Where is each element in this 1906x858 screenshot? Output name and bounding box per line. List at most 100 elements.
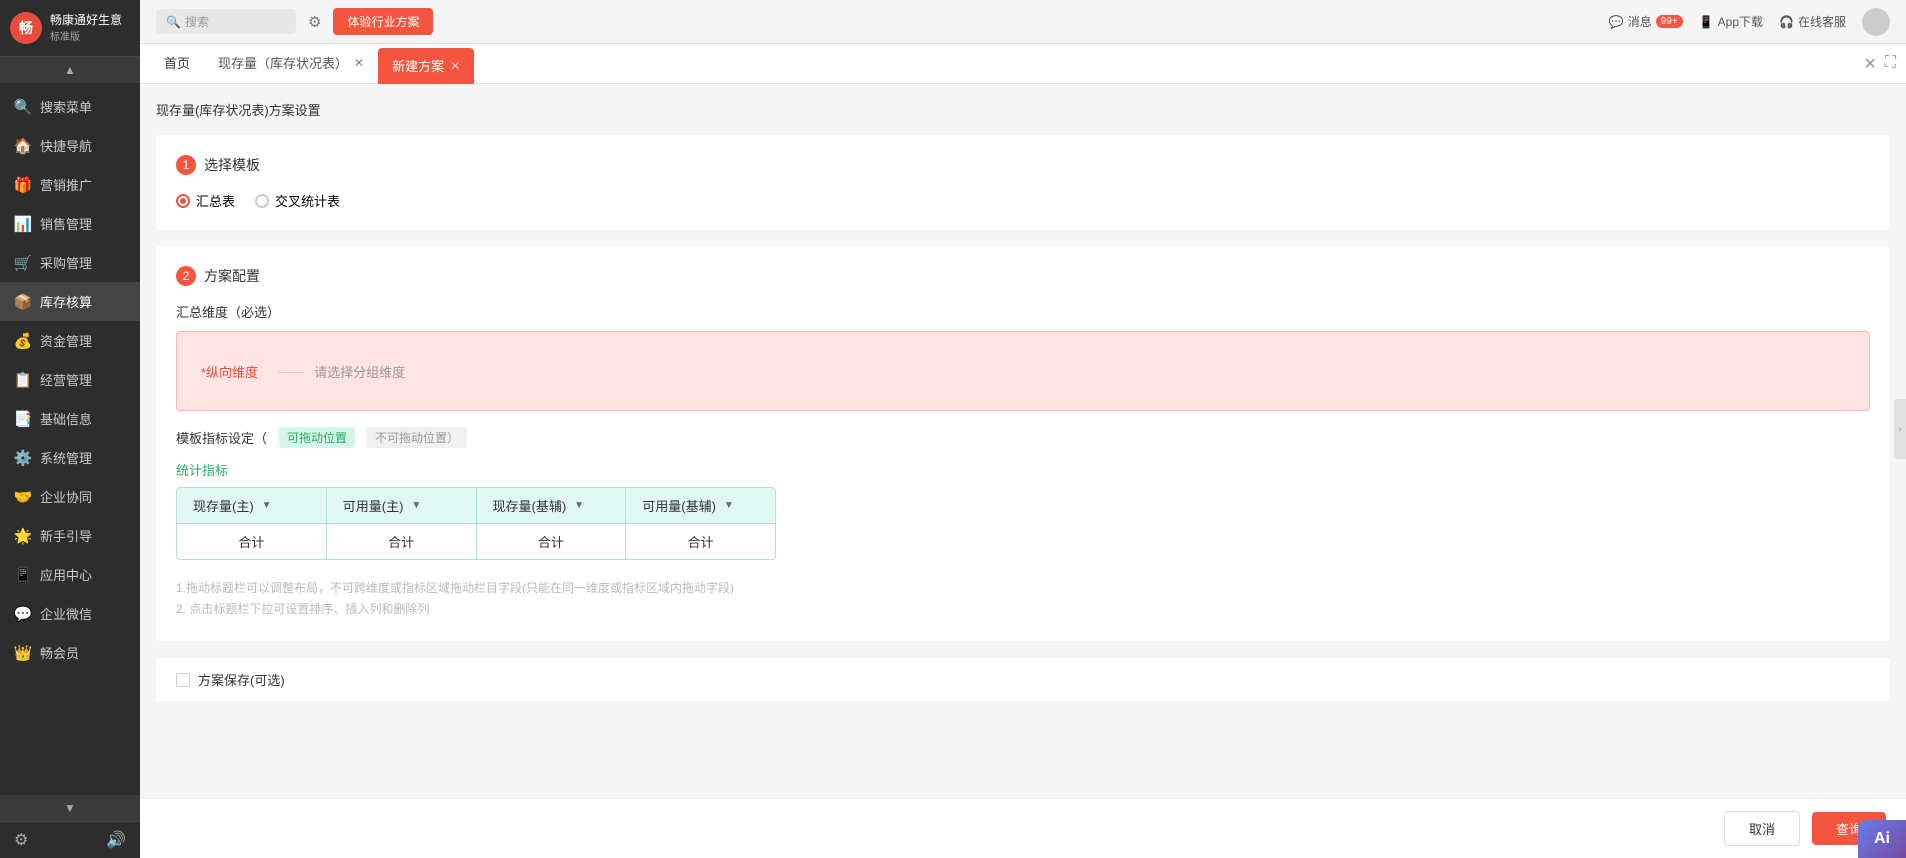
sidebar-nav: 🔍 搜索菜单 🏠 快捷导航 🎁 营销推广 📊 销售管理 🛒 采购管理 📦 库存核… bbox=[0, 83, 140, 795]
basic-icon: 📑 bbox=[14, 410, 32, 428]
stats-col-available-aux[interactable]: 可用量(基辅) ▼ bbox=[626, 488, 775, 523]
app-center-icon: 📱 bbox=[14, 566, 32, 584]
sidebar-item-label: 畅会员 bbox=[40, 643, 79, 662]
gear-icon[interactable]: ⚙ bbox=[308, 13, 321, 31]
settings-icon[interactable]: ⚙ bbox=[14, 830, 28, 850]
chevron-down-icon-1: ▼ bbox=[411, 500, 421, 511]
purchase-icon: 🛒 bbox=[14, 254, 32, 272]
quick-nav-icon: 🏠 bbox=[14, 137, 32, 155]
stats-body-cell-1: 合计 bbox=[327, 523, 477, 559]
stats-table: 现存量(主) ▼ 可用量(主) ▼ 现存量(基辅) ▼ 可用量(基辅) bbox=[176, 487, 776, 560]
right-sidebar-handle[interactable]: › bbox=[1894, 399, 1906, 459]
vertical-dim-label: *纵向维度 bbox=[201, 362, 258, 381]
sidebar-item-label: 搜索菜单 bbox=[40, 97, 92, 116]
stats-col-available-aux-label: 可用量(基辅) bbox=[642, 496, 716, 515]
section2-num: 2 bbox=[176, 266, 196, 286]
search-box[interactable]: 🔍 搜索 bbox=[156, 9, 296, 34]
sidebar-item-operation[interactable]: 📋 经营管理 bbox=[0, 360, 140, 399]
sidebar-item-label: 应用中心 bbox=[40, 565, 92, 584]
ai-float-button[interactable]: Ai bbox=[1858, 820, 1906, 858]
dimension-area: *纵向维度 —— 请选择分组维度 bbox=[176, 331, 1870, 411]
save-plan-checkbox[interactable] bbox=[176, 673, 190, 687]
customer-service-btn[interactable]: 🎧 在线客服 bbox=[1779, 13, 1846, 30]
user-avatar[interactable] bbox=[1862, 8, 1890, 36]
footer-bar: 取消 查询 bbox=[140, 798, 1906, 858]
sidebar-item-finance[interactable]: 💰 资金管理 bbox=[0, 321, 140, 360]
stats-body-value-2: 合计 bbox=[538, 532, 564, 551]
section1-num: 1 bbox=[176, 155, 196, 175]
cooperation-icon: 🤝 bbox=[14, 488, 32, 506]
sidebar-item-sales[interactable]: 📊 销售管理 bbox=[0, 204, 140, 243]
message-label: 消息 bbox=[1628, 13, 1652, 30]
tab-inventory-status-close[interactable]: ✕ bbox=[354, 56, 364, 70]
system-icon: ⚙️ bbox=[14, 449, 32, 467]
sidebar-item-basic[interactable]: 📑 基础信息 bbox=[0, 399, 140, 438]
customer-service-icon: 🎧 bbox=[1779, 15, 1794, 29]
section2-title: 方案配置 bbox=[204, 266, 260, 286]
topbar: 🔍 搜索 ⚙ 体验行业方案 💬 消息 99+ 📱 App下载 🎧 在线客服 bbox=[140, 0, 1906, 44]
guide-icon: 🌟 bbox=[14, 527, 32, 545]
message-btn[interactable]: 💬 消息 99+ bbox=[1609, 13, 1683, 30]
radio-cross[interactable]: 交叉统计表 bbox=[255, 191, 340, 210]
stats-body-cell-0: 合计 bbox=[177, 523, 327, 559]
sidebar-item-inventory[interactable]: 📦 库存核算 bbox=[0, 282, 140, 321]
tabbar: 首页 现存量（库存状况表） ✕ 新建方案 ✕ ✕ ⛶ bbox=[140, 44, 1906, 84]
tab-inventory-status[interactable]: 现存量（库存状况表） ✕ bbox=[204, 44, 378, 84]
tab-new-plan-label: 新建方案 bbox=[392, 56, 444, 75]
sidebar-item-purchase[interactable]: 🛒 采购管理 bbox=[0, 243, 140, 282]
stats-col-aux-qty-label: 现存量(基辅) bbox=[493, 496, 567, 515]
sidebar-item-wechat[interactable]: 💬 企业微信 bbox=[0, 594, 140, 633]
sidebar-item-label: 经营管理 bbox=[40, 370, 92, 389]
sidebar-scroll-up[interactable]: ▲ bbox=[0, 57, 140, 83]
stats-col-main-qty-label: 现存量(主) bbox=[193, 496, 254, 515]
app-download-btn[interactable]: 📱 App下载 bbox=[1699, 13, 1763, 30]
sidebar-item-member[interactable]: 👑 畅会员 bbox=[0, 633, 140, 672]
tip-item-0: 1.拖动标题栏可以调整布局，不可跨维度或指标区域拖动栏目字段(只能在同一维度或指… bbox=[176, 579, 1870, 596]
sidebar-item-system[interactable]: ⚙️ 系统管理 bbox=[0, 438, 140, 477]
tab-home[interactable]: 首页 bbox=[150, 44, 204, 84]
industry-btn[interactable]: 体验行业方案 bbox=[333, 8, 433, 35]
dimension-dash: —— bbox=[278, 364, 304, 379]
page-title: 现存量(库存状况表)方案设置 bbox=[156, 100, 1890, 119]
sidebar-item-search-menu[interactable]: 🔍 搜索菜单 bbox=[0, 87, 140, 126]
right-handle-icon: › bbox=[1898, 424, 1901, 435]
sidebar-item-label: 企业微信 bbox=[40, 604, 92, 623]
save-option-section: 方案保存(可选) bbox=[156, 657, 1890, 701]
stats-col-main-qty[interactable]: 现存量(主) ▼ bbox=[177, 488, 327, 523]
sound-icon[interactable]: 🔊 bbox=[106, 830, 126, 850]
radio-summary-label: 汇总表 bbox=[196, 191, 235, 210]
message-badge: 99+ bbox=[1656, 15, 1683, 28]
not-draggable-tag: 不可拖动位置） bbox=[367, 427, 467, 448]
sidebar-scroll-down[interactable]: ▼ bbox=[0, 795, 140, 821]
tab-inventory-status-label: 现存量（库存状况表） bbox=[218, 53, 348, 72]
tip-text-1: 2. 点击标题栏下拉可设置排序、插入列和删除列 bbox=[176, 602, 429, 616]
sidebar: 畅 畅康通好生意 标准版 ▲ 🔍 搜索菜单 🏠 快捷导航 🎁 营销推广 📊 销售… bbox=[0, 0, 140, 858]
message-icon: 💬 bbox=[1609, 15, 1624, 29]
tab-new-plan-close[interactable]: ✕ bbox=[450, 59, 460, 73]
ai-float-label: Ai bbox=[1874, 830, 1890, 847]
tip-text-0: 1.拖动标题栏可以调整布局，不可跨维度或指标区域拖动栏目字段(只能在同一维度或指… bbox=[176, 581, 734, 595]
close-panel-icon[interactable]: ✕ bbox=[1863, 54, 1876, 74]
sidebar-item-label: 企业协同 bbox=[40, 487, 92, 506]
marketing-icon: 🎁 bbox=[14, 176, 32, 194]
expand-panel-icon[interactable]: ⛶ bbox=[1885, 54, 1896, 74]
sidebar-item-cooperation[interactable]: 🤝 企业协同 bbox=[0, 477, 140, 516]
sidebar-item-app-center[interactable]: 📱 应用中心 bbox=[0, 555, 140, 594]
save-plan-label: 方案保存(可选) bbox=[198, 670, 285, 689]
indicator-settings-label: 模板指标设定（ bbox=[176, 428, 267, 447]
indicator-section: 模板指标设定（ 可拖动位置 不可拖动位置） 统计指标 现存量(主) ▼ 可用量(… bbox=[176, 427, 1870, 563]
stats-col-aux-qty[interactable]: 现存量(基辅) ▼ bbox=[477, 488, 627, 523]
sidebar-footer: ⚙ 🔊 bbox=[0, 821, 140, 858]
radio-summary[interactable]: 汇总表 bbox=[176, 191, 235, 210]
section1-title: 选择模板 bbox=[204, 155, 260, 175]
sidebar-item-label: 快捷导航 bbox=[40, 136, 92, 155]
sidebar-item-marketing[interactable]: 🎁 营销推广 bbox=[0, 165, 140, 204]
cancel-button[interactable]: 取消 bbox=[1724, 811, 1800, 846]
stats-col-available-main[interactable]: 可用量(主) ▼ bbox=[327, 488, 477, 523]
sidebar-item-guide[interactable]: 🌟 新手引导 bbox=[0, 516, 140, 555]
sidebar-item-quick-nav[interactable]: 🏠 快捷导航 bbox=[0, 126, 140, 165]
stats-title: 统计指标 bbox=[176, 460, 1870, 479]
radio-cross-label: 交叉统计表 bbox=[275, 191, 340, 210]
section1-header: 1 选择模板 bbox=[176, 155, 1870, 175]
tab-new-plan[interactable]: 新建方案 ✕ bbox=[378, 48, 474, 84]
